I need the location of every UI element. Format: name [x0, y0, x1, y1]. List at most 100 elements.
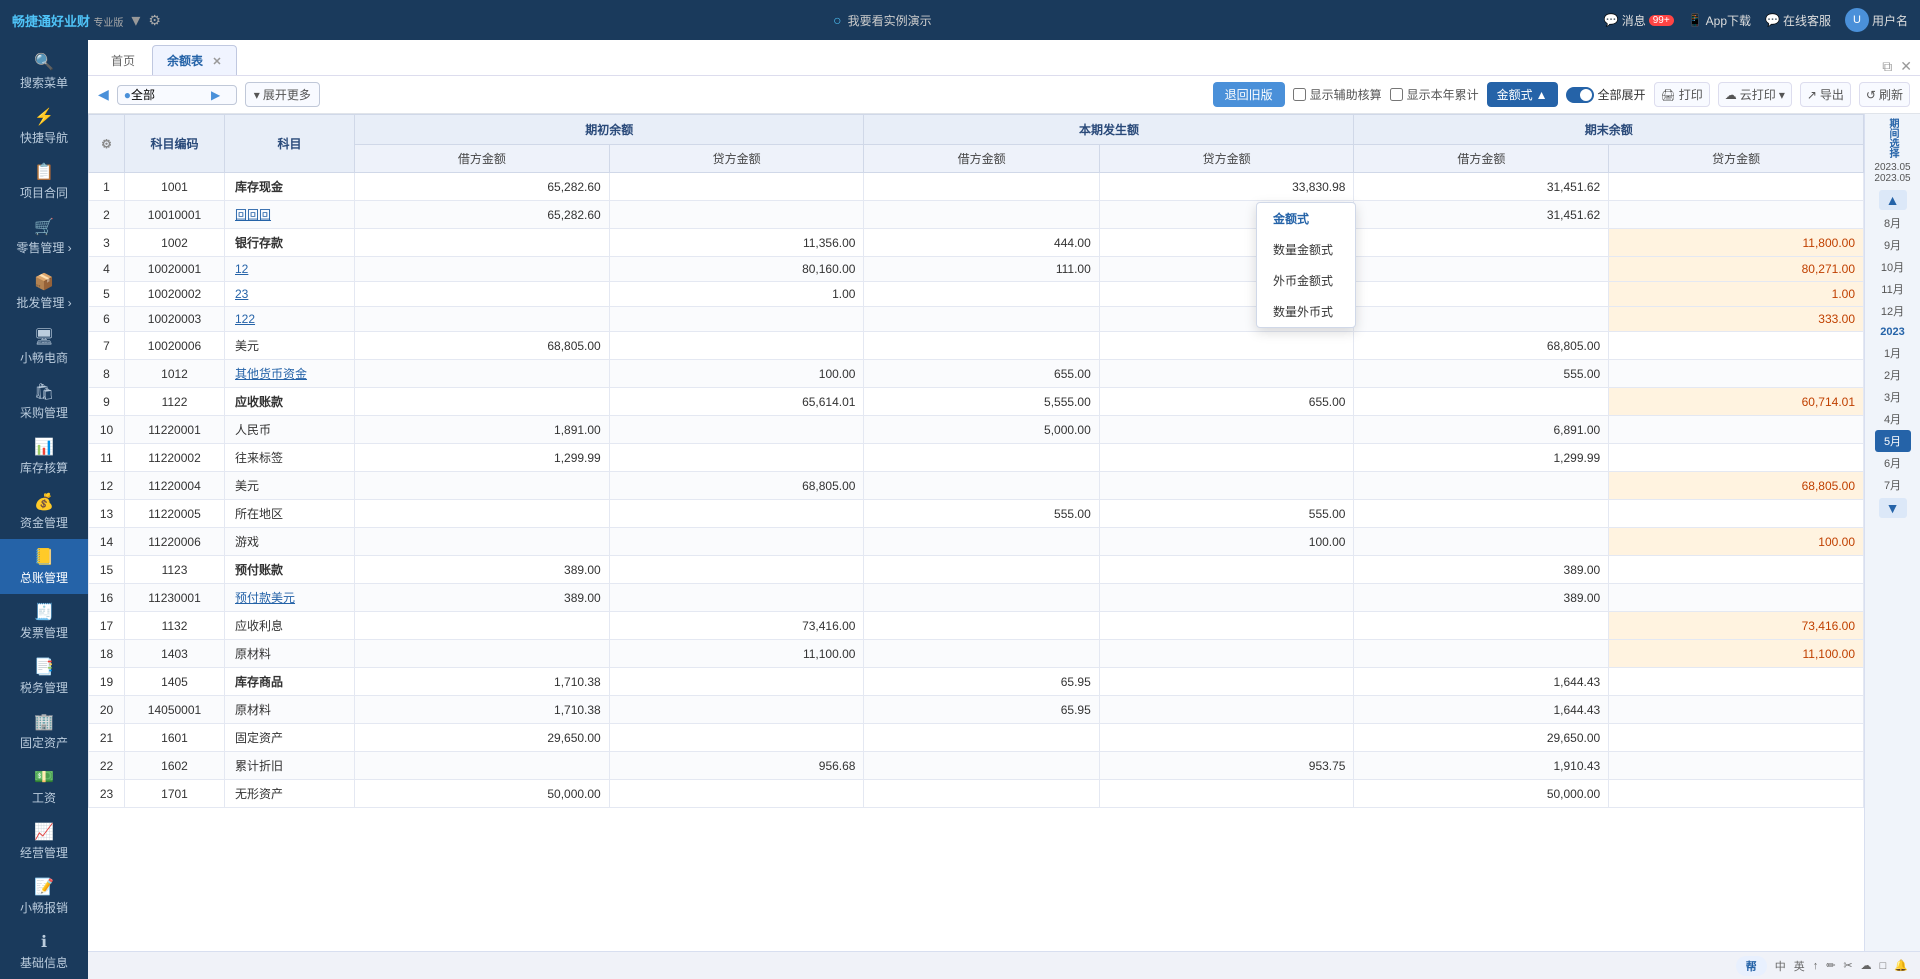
table-row-subject: 预付账款	[225, 556, 355, 584]
demo-link[interactable]: 我要看实例演示	[848, 12, 932, 29]
cloud-print-btn[interactable]: ☁ 云打印 ▾	[1718, 82, 1792, 107]
lang-zh[interactable]: 中	[1775, 958, 1786, 974]
cut-icon[interactable]: ✂	[1843, 959, 1852, 972]
table-wrapper: 金额式 数量金额式 外币金额式 数量外币式 ⚙ 科目编码 科目 期初余额 本期发…	[88, 114, 1864, 951]
th-settings[interactable]: ⚙	[89, 115, 125, 173]
user-avatar[interactable]: U 用户名	[1845, 8, 1908, 32]
cloud-status-icon[interactable]: ☁	[1861, 959, 1872, 972]
sidebar-item-project[interactable]: 📋 项目合同	[0, 154, 88, 209]
table-row-code: 14050001	[125, 696, 225, 724]
help-btn[interactable]: 帮	[1736, 956, 1767, 976]
period-11[interactable]: 11月	[1875, 278, 1911, 300]
username: 用户名	[1872, 12, 1908, 29]
print-btn[interactable]: 🖨 打印	[1654, 82, 1710, 107]
sidebar-item-basic[interactable]: ℹ 基础信息	[0, 924, 88, 979]
table-row-code: 11220004	[125, 472, 225, 500]
period-down-btn[interactable]: ▼	[1879, 498, 1907, 518]
period-up-btn[interactable]: ▲	[1879, 190, 1907, 210]
table-row: 31002银行存款11,356.00444.0011,800.00	[89, 229, 1864, 257]
table-row-code: 1122	[125, 388, 225, 416]
table-row-period-credit: 953.75	[1099, 752, 1354, 780]
message-btn[interactable]: 💬 消息 99+	[1604, 12, 1674, 29]
period-9[interactable]: 9月	[1875, 234, 1911, 256]
period-6[interactable]: 6月	[1875, 452, 1911, 474]
window-icon[interactable]: □	[1880, 960, 1887, 972]
sidebar-item-inventory[interactable]: 📊 库存核算	[0, 429, 88, 484]
sidebar-item-fixed[interactable]: 🏢 固定资产	[0, 704, 88, 759]
table-row-subject[interactable]: 其他货币资金	[225, 360, 355, 388]
period-5[interactable]: 5月	[1875, 430, 1911, 452]
edit-icon[interactable]: ✏	[1826, 959, 1835, 972]
table-row-subject[interactable]: 12	[225, 257, 355, 282]
sidebar-item-ops[interactable]: 📈 经营管理	[0, 814, 88, 869]
sidebar-item-invoice[interactable]: 🧾 发票管理	[0, 594, 88, 649]
notification-icon[interactable]: 🔔	[1894, 959, 1908, 972]
download-icon: 📱	[1688, 13, 1703, 27]
tab-balance[interactable]: 余额表 ✕	[152, 45, 237, 75]
ytd-checkbox[interactable]	[1390, 88, 1403, 101]
sidebar-item-general[interactable]: 📒 总账管理	[0, 539, 88, 594]
lang-en[interactable]: 英	[1794, 958, 1805, 974]
dropdown-item-amount[interactable]: 金额式	[1257, 203, 1355, 234]
table-row-subject[interactable]: 预付款美元	[225, 584, 355, 612]
period-2[interactable]: 2月	[1875, 364, 1911, 386]
table-row-open-debit	[355, 282, 610, 307]
salary-icon: 💵	[4, 767, 84, 787]
table-row-no: 2	[89, 201, 125, 229]
search-arrow[interactable]: ▶	[211, 88, 220, 102]
table-row-close-debit: 555.00	[1354, 360, 1609, 388]
goback-btn[interactable]: 退回旧版	[1213, 82, 1285, 107]
sidebar-item-ecommerce[interactable]: 🖥 小畅电商	[0, 319, 88, 374]
sidebar-item-shortcut[interactable]: ⚡ 快捷导航	[0, 99, 88, 154]
period-8[interactable]: 8月	[1875, 212, 1911, 234]
toggle-knob[interactable]	[1566, 87, 1594, 103]
period-label: 期间选择	[1885, 118, 1900, 158]
show-assist-check[interactable]: 显示辅助核算	[1293, 86, 1382, 103]
period-7[interactable]: 7月	[1875, 474, 1911, 496]
online-service-btn[interactable]: 💬 在线客服	[1765, 12, 1831, 29]
sidebar-item-search[interactable]: 🔍 搜索菜单	[0, 44, 88, 99]
show-ytd-check[interactable]: 显示本年累计	[1390, 86, 1479, 103]
dropdown-arrow[interactable]: ▾	[131, 10, 140, 31]
dropdown-item-qty-amount[interactable]: 数量金额式	[1257, 234, 1355, 265]
period-12[interactable]: 12月	[1875, 300, 1911, 322]
table-row-code: 11230001	[125, 584, 225, 612]
settings-icon[interactable]: ⚙	[148, 12, 161, 29]
window-close-btn[interactable]: ✕	[1900, 58, 1912, 75]
sidebar-item-capital[interactable]: 💰 资金管理	[0, 484, 88, 539]
dropdown-item-foreign[interactable]: 外币金额式	[1257, 265, 1355, 296]
period-3[interactable]: 3月	[1875, 386, 1911, 408]
table-row-code: 10020001	[125, 257, 225, 282]
sidebar-item-purchase[interactable]: 🛍 采购管理	[0, 374, 88, 429]
tab-home[interactable]: 首页	[96, 45, 150, 75]
tab-close-btn[interactable]: ✕	[212, 56, 221, 68]
assist-checkbox[interactable]	[1293, 88, 1306, 101]
dropdown-item-qty-foreign[interactable]: 数量外币式	[1257, 296, 1355, 327]
period-10[interactable]: 10月	[1875, 256, 1911, 278]
scroll-up-icon[interactable]: ↑	[1813, 960, 1819, 972]
sidebar-item-retail[interactable]: 🛒 零售管理 ›	[0, 209, 88, 264]
table-row-open-debit	[355, 612, 610, 640]
expand-more-btn[interactable]: ▾ 展开更多	[245, 82, 320, 107]
expand-all-toggle[interactable]: 全部展开	[1566, 86, 1646, 103]
table-row-subject[interactable]: 回回回	[225, 201, 355, 229]
export-btn[interactable]: ↗ 导出	[1800, 82, 1851, 107]
nav-back[interactable]: ◀	[98, 86, 109, 103]
mode-btn[interactable]: 金额式 ▲	[1487, 82, 1558, 107]
table-row-no: 8	[89, 360, 125, 388]
app-download-btn[interactable]: 📱 App下载	[1688, 12, 1751, 29]
table-row-no: 5	[89, 282, 125, 307]
search-input[interactable]	[131, 88, 211, 102]
sidebar-item-tax[interactable]: 📑 税务管理	[0, 649, 88, 704]
sidebar-item-report[interactable]: 📝 小畅报销	[0, 869, 88, 924]
period-1[interactable]: 1月	[1875, 342, 1911, 364]
window-restore-btn[interactable]: ⧉	[1882, 58, 1892, 75]
table-row-subject[interactable]: 122	[225, 307, 355, 332]
table-row-subject[interactable]: 23	[225, 282, 355, 307]
bottom-bar: 帮 中 英 ↑ ✏ ✂ ☁ □ 🔔	[88, 951, 1920, 979]
sidebar-item-wholesale[interactable]: 📦 批发管理 ›	[0, 264, 88, 319]
period-4[interactable]: 4月	[1875, 408, 1911, 430]
refresh-btn[interactable]: ↺ 刷新	[1859, 82, 1910, 107]
search-icon: ●	[124, 88, 131, 102]
sidebar-item-salary[interactable]: 💵 工资	[0, 759, 88, 814]
